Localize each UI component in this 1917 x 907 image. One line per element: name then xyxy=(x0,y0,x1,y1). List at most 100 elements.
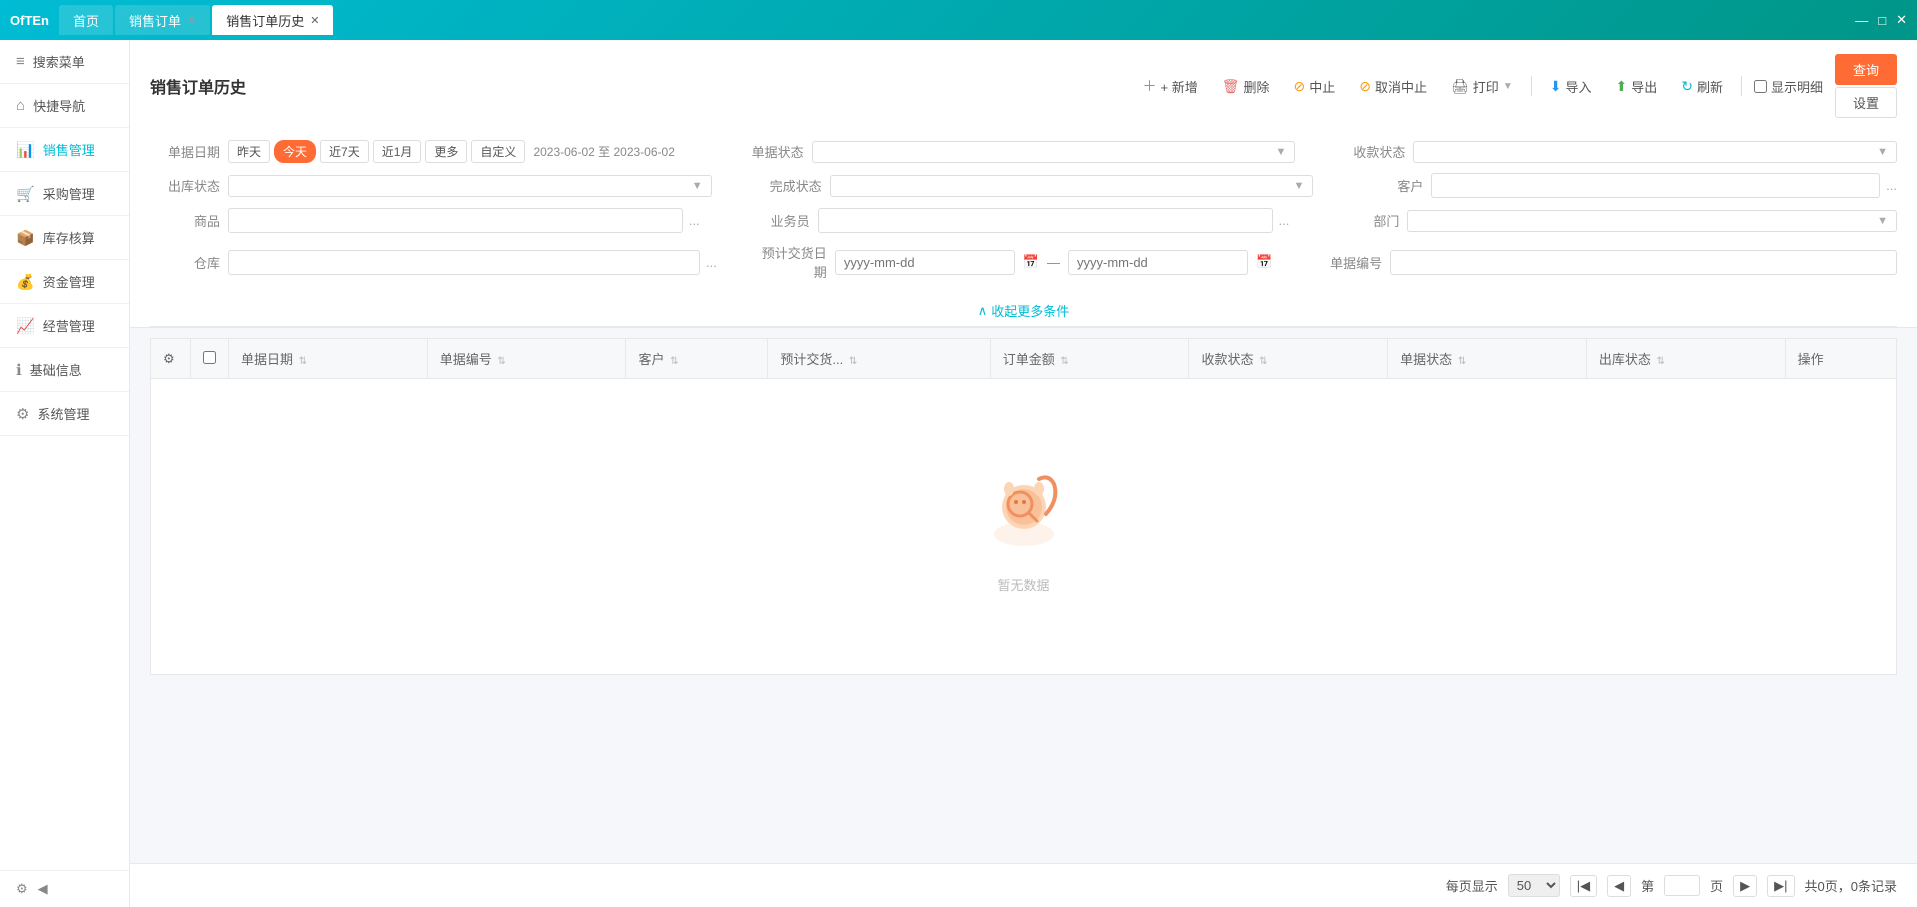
collapse-btn[interactable]: ∧ 收起更多条件 xyxy=(150,301,1897,320)
delivery-date-end[interactable] xyxy=(1068,250,1248,275)
date-7days[interactable]: 近7天 xyxy=(320,140,369,163)
tab-home[interactable]: 首页 xyxy=(59,5,113,35)
first-page-button[interactable]: |◀ xyxy=(1570,875,1597,897)
payment-chevron-icon: ▼ xyxy=(1877,146,1888,158)
complete-select[interactable]: ▼ xyxy=(830,175,1314,197)
sidebar-item-operations[interactable]: 📈 经营管理 xyxy=(0,304,129,348)
date-more[interactable]: 更多 xyxy=(425,140,467,163)
salesperson-dots[interactable]: ... xyxy=(1279,213,1290,228)
sort-outbound-icon[interactable]: ⇅ xyxy=(1657,356,1665,367)
show-detail-checkbox[interactable]: 显示明细 xyxy=(1754,77,1823,96)
sort-doc-status-icon[interactable]: ⇅ xyxy=(1458,356,1466,367)
sort-amount-icon[interactable]: ⇅ xyxy=(1060,356,1068,367)
delete-icon: 🗑 xyxy=(1222,78,1240,95)
settings-icon[interactable]: ⚙ xyxy=(163,351,175,366)
th-settings[interactable]: ⚙ xyxy=(151,339,191,379)
date-1month[interactable]: 近1月 xyxy=(373,140,422,163)
sidebar-item-finance[interactable]: 💰 资金管理 xyxy=(0,260,129,304)
status-chevron-icon: ▼ xyxy=(1275,146,1286,158)
payment-select[interactable]: ▼ xyxy=(1413,141,1897,163)
export-button[interactable]: ⬆ 导出 xyxy=(1609,73,1663,100)
sidebar-settings-icon[interactable]: ⚙ xyxy=(16,881,28,897)
show-detail-input[interactable] xyxy=(1754,80,1767,93)
goods-label: 商品 xyxy=(150,211,220,230)
th-outbound-status: 出库状态 ⇅ xyxy=(1586,339,1785,379)
sort-number-icon[interactable]: ⇅ xyxy=(497,356,505,367)
th-doc-status: 单据状态 ⇅ xyxy=(1388,339,1587,379)
sidebar-item-base-info[interactable]: ℹ 基础信息 xyxy=(0,348,129,392)
close-window-button[interactable]: ✕ xyxy=(1896,12,1907,28)
print-icon: 🖨 xyxy=(1451,78,1469,95)
tab-sales-order[interactable]: 销售订单 ✕ xyxy=(115,5,210,35)
new-button[interactable]: ＋ + 新增 xyxy=(1137,72,1204,100)
date-group: 昨天 今天 近7天 近1月 更多 自定义 2023-06-02 至 2023-0… xyxy=(228,140,694,163)
sidebar-item-system[interactable]: ⚙ 系统管理 xyxy=(0,392,129,436)
goods-dots[interactable]: ... xyxy=(689,213,700,228)
sidebar-item-purchase[interactable]: 🛒 采购管理 xyxy=(0,172,129,216)
date-yesterday[interactable]: 昨天 xyxy=(228,140,270,163)
refresh-button[interactable]: ↻ 刷新 xyxy=(1675,73,1729,100)
maximize-button[interactable]: □ xyxy=(1878,13,1886,28)
customer-label: 客户 xyxy=(1353,176,1423,195)
page-size-select[interactable]: 50 20 100 xyxy=(1508,874,1560,897)
th-amount: 订单金额 ⇅ xyxy=(990,339,1189,379)
sort-customer-icon[interactable]: ⇅ xyxy=(670,356,678,367)
empty-illustration xyxy=(974,459,1074,559)
salesperson-input[interactable] xyxy=(818,208,1273,233)
sort-date-icon[interactable]: ⇅ xyxy=(299,356,307,367)
prev-page-button[interactable]: ◀ xyxy=(1607,875,1631,897)
import-button[interactable]: ⬇ 导入 xyxy=(1544,73,1598,100)
query-button[interactable]: 查询 xyxy=(1835,54,1897,85)
select-all-checkbox[interactable] xyxy=(203,351,216,364)
close-tab-sales-order[interactable]: ✕ xyxy=(187,14,196,27)
goods-input[interactable] xyxy=(228,208,683,233)
calendar-start-icon[interactable]: 📅 xyxy=(1023,254,1039,270)
calendar-end-icon[interactable]: 📅 xyxy=(1256,254,1272,270)
customer-input[interactable] xyxy=(1431,173,1880,198)
page-number-input[interactable]: 1 xyxy=(1664,875,1700,896)
sidebar-item-sales[interactable]: 📊 销售管理 xyxy=(0,128,129,172)
doc-number-input[interactable] xyxy=(1390,250,1897,275)
page-title-row: 销售订单历史 ＋ + 新增 🗑 删除 ⊘ 中止 ⊘ xyxy=(150,54,1897,118)
filter-row-2: 出库状态 ▼ 完成状态 ▼ 客户 ... xyxy=(150,173,1897,198)
th-checkbox[interactable] xyxy=(191,339,229,379)
toolbar: ＋ + 新增 🗑 删除 ⊘ 中止 ⊘ 取消中止 xyxy=(1137,54,1898,118)
tab-sales-order-history[interactable]: 销售订单历史 ✕ xyxy=(212,5,333,35)
settings-button[interactable]: 设置 xyxy=(1835,87,1897,118)
main-layout: ≡ 搜索菜单 ⌂ 快捷导航 📊 销售管理 🛒 采购管理 📦 库存核算 💰 资金管… xyxy=(0,40,1917,907)
page-label: 页 xyxy=(1710,876,1723,895)
dept-select[interactable]: ▼ xyxy=(1407,210,1897,232)
warehouse-dots[interactable]: ... xyxy=(706,255,717,270)
purchase-icon: 🛒 xyxy=(16,185,35,203)
brand-logo: OfTEn xyxy=(10,13,49,28)
sort-delivery-icon[interactable]: ⇅ xyxy=(849,356,857,367)
minimize-button[interactable]: — xyxy=(1855,13,1868,28)
sort-payment-icon[interactable]: ⇅ xyxy=(1259,356,1267,367)
operations-icon: 📈 xyxy=(16,317,35,335)
stop-button[interactable]: ⊘ 中止 xyxy=(1288,73,1342,100)
delete-button[interactable]: 🗑 删除 xyxy=(1216,73,1276,100)
status-select[interactable]: ▼ xyxy=(812,141,1296,163)
th-operations: 操作 xyxy=(1785,339,1896,379)
date-range-text: 2023-06-02 至 2023-06-02 xyxy=(533,143,674,160)
delivery-date-start[interactable] xyxy=(835,250,1015,275)
print-button[interactable]: 🖨 打印 ▼ xyxy=(1445,73,1519,100)
warehouse-input[interactable] xyxy=(228,250,700,275)
empty-text: 暂无数据 xyxy=(997,575,1049,594)
cancel-stop-button[interactable]: ⊘ 取消中止 xyxy=(1353,73,1433,100)
sidebar-item-quick-nav[interactable]: ⌂ 快捷导航 xyxy=(0,84,129,128)
date-custom[interactable]: 自定义 xyxy=(471,140,525,163)
sidebar-item-inventory[interactable]: 📦 库存核算 xyxy=(0,216,129,260)
customer-dots[interactable]: ... xyxy=(1886,178,1897,193)
sidebar-collapse-icon[interactable]: ◀ xyxy=(38,881,48,897)
export-icon: ⬆ xyxy=(1615,78,1627,95)
empty-state: 暂无数据 xyxy=(151,379,1896,674)
close-tab-sales-order-history[interactable]: ✕ xyxy=(310,14,319,27)
sidebar-item-search[interactable]: ≡ 搜索菜单 xyxy=(0,40,129,84)
last-page-button[interactable]: ▶| xyxy=(1767,875,1794,897)
table-footer: 每页显示 50 20 100 |◀ ◀ 第 1 页 ▶ ▶| 共0页，0条记录 xyxy=(130,863,1917,907)
next-page-button[interactable]: ▶ xyxy=(1733,875,1757,897)
table-header-row: ⚙ 单据日期 ⇅ 单据编号 ⇅ xyxy=(151,339,1897,379)
date-today[interactable]: 今天 xyxy=(274,140,316,163)
outbound-select[interactable]: ▼ xyxy=(228,175,712,197)
